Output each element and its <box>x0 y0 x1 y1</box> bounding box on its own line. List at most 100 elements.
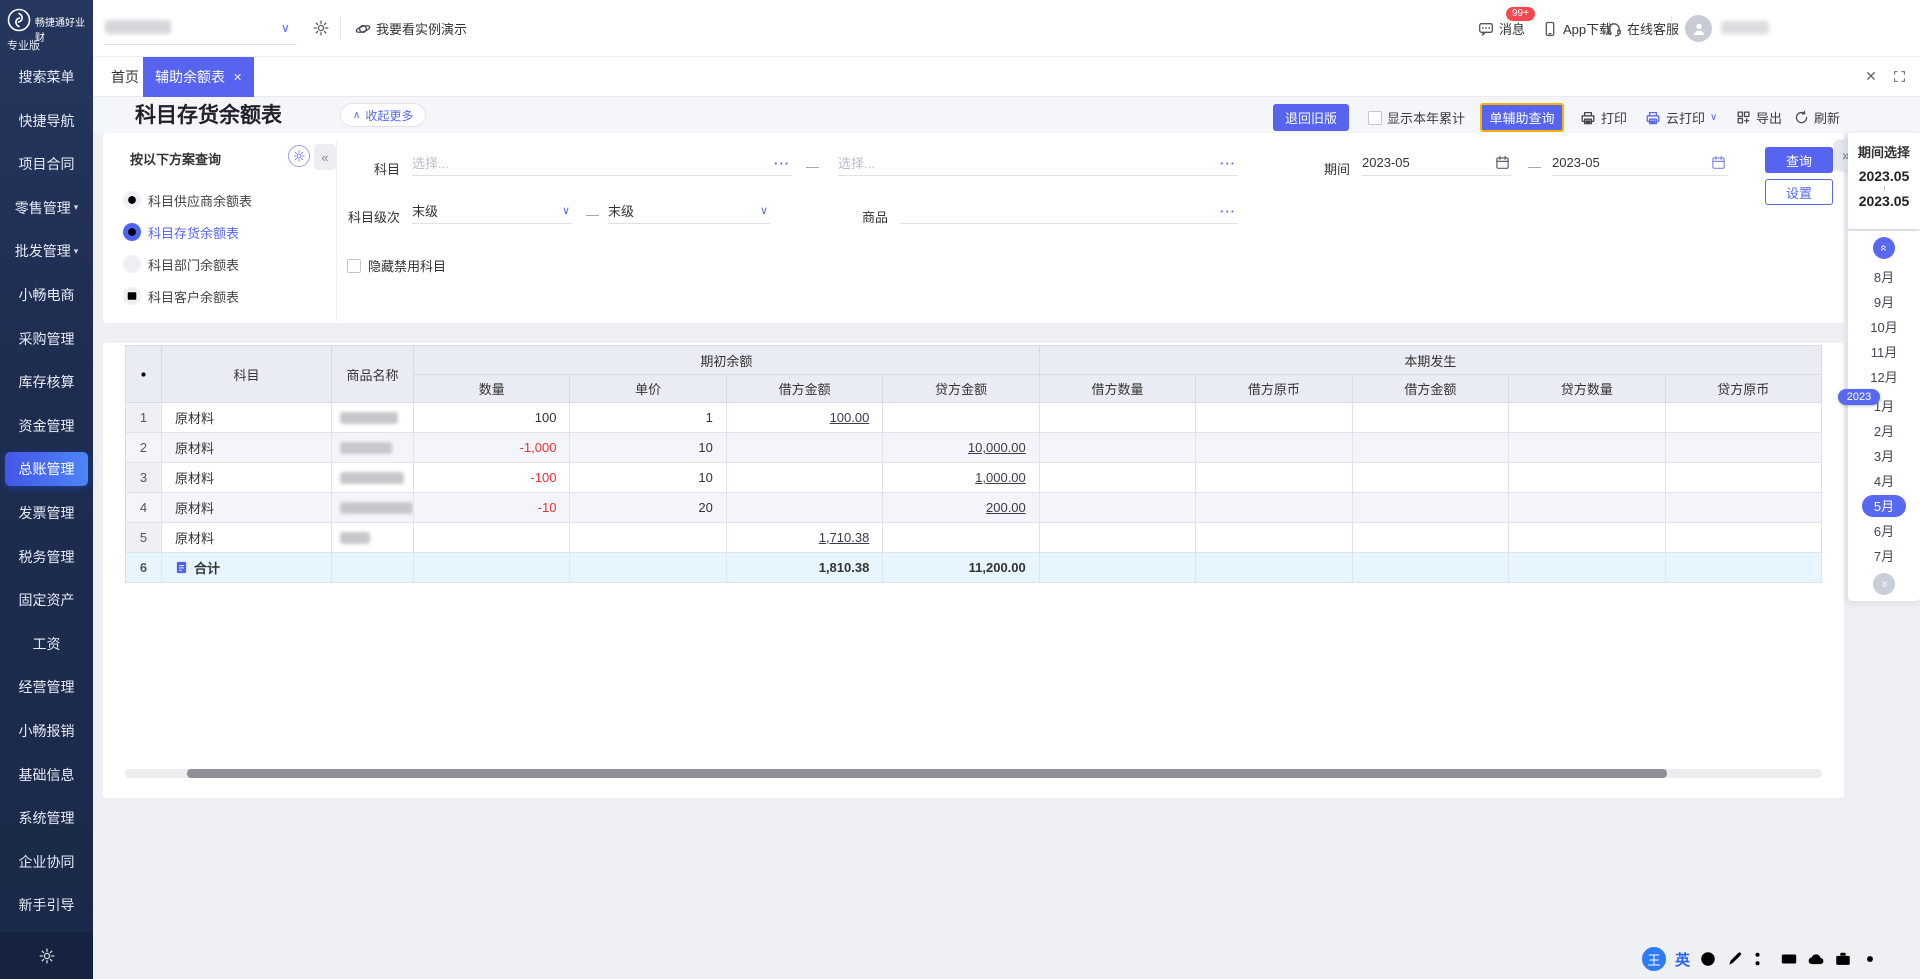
month-item-11[interactable]: 6月 <box>1848 518 1920 543</box>
cloud-icon[interactable] <box>1807 950 1825 968</box>
tabbar-close-icon[interactable]: ✕ <box>1862 67 1880 85</box>
product-name-redacted <box>340 471 404 484</box>
month-item-10[interactable]: 5月 <box>1848 493 1920 518</box>
month-item-7[interactable]: 2月 <box>1848 418 1920 443</box>
keyboard-icon[interactable] <box>1780 950 1798 968</box>
sidebar: 畅捷通好业财 专业版 搜索菜单 快捷导航 项目合同 零售管理 ▾ 批发管理 ▾ 小畅电商 采购管… <box>0 0 93 979</box>
back-to-old-version-button[interactable]: 退回旧版 <box>1273 104 1349 131</box>
subject-to-placeholder: 选择... <box>838 156 875 171</box>
hide-disabled-checkbox[interactable]: 隐藏禁用科目 <box>347 256 446 275</box>
month-item-5[interactable]: 12月 <box>1848 364 1920 389</box>
header-settings-gear-icon[interactable] <box>313 20 329 36</box>
sidebar-item-16[interactable]: 小畅报销 <box>5 714 88 748</box>
scissors-icon[interactable] <box>1753 950 1771 968</box>
period-range-to[interactable]: 2023.05 <box>1859 193 1910 209</box>
query-button[interactable]: 查询 <box>1765 147 1833 173</box>
pen-icon[interactable] <box>1726 950 1744 968</box>
sidebar-item-19[interactable]: 企业协同 <box>5 845 88 879</box>
amount-link[interactable]: 200.00 <box>986 500 1026 515</box>
month-item-3[interactable]: 10月 <box>1848 314 1920 339</box>
subject-to-ellipsis-icon[interactable]: ··· <box>1220 156 1236 171</box>
month-item-4[interactable]: 11月 <box>1848 339 1920 364</box>
toolbox-icon[interactable] <box>1834 950 1852 968</box>
subject-from-field[interactable]: 选择... ··· <box>412 150 792 176</box>
tab-aux-balance-active[interactable]: 辅助余额表 ✕ <box>143 57 255 97</box>
sidebar-item-13[interactable]: 固定资产 <box>5 583 88 617</box>
show-year-total-checkbox[interactable]: 显示本年累计 <box>1368 104 1465 131</box>
period-range-from[interactable]: 2023.05 <box>1859 168 1910 184</box>
product-ellipsis-icon[interactable]: ··· <box>1220 204 1236 219</box>
scheme-item-3[interactable]: 科目部门余额表 <box>123 251 323 277</box>
sidebar-item-12[interactable]: 税务管理 <box>5 540 88 574</box>
sidebar-item-7[interactable]: 采购管理 <box>5 322 88 356</box>
sidebar-item-18[interactable]: 系统管理 <box>5 801 88 835</box>
month-item-2[interactable]: 9月 <box>1848 289 1920 314</box>
tabbar-fullscreen-icon[interactable] <box>1890 67 1908 85</box>
empty-cell <box>1509 553 1666 583</box>
demo-link[interactable]: 我要看实例演示 <box>355 0 467 57</box>
company-select-chevron-down-icon[interactable]: ∨ <box>281 21 290 35</box>
subject-to-field[interactable]: 选择... ··· <box>838 150 1238 176</box>
amount-link[interactable]: 10,000.00 <box>968 440 1026 455</box>
sidebar-item-label: 系统管理 <box>18 810 75 827</box>
app-download-button[interactable]: App下载 <box>1542 0 1612 57</box>
sidebar-item-15[interactable]: 经营管理 <box>5 670 88 704</box>
scheme-item-4[interactable]: 科目客户余额表 <box>123 283 323 309</box>
subject-from-ellipsis-icon[interactable]: ··· <box>774 156 790 171</box>
month-item-1[interactable]: 8月 <box>1848 264 1920 289</box>
sidebar-item-10[interactable]: 总账管理 <box>5 452 88 487</box>
emoji-icon[interactable] <box>1699 950 1717 968</box>
export-button[interactable]: 导出 <box>1736 104 1782 131</box>
amount-link[interactable]: 1,000.00 <box>975 470 1026 485</box>
amount-link[interactable]: 100.00 <box>830 410 870 425</box>
online-service-button[interactable]: 在线客服 <box>1606 0 1679 57</box>
collapse-more-button[interactable]: ∧ 收起更多 <box>340 103 427 127</box>
scroll-up-icon[interactable]: « <box>1873 237 1895 259</box>
sidebar-item-20[interactable]: 新手引导 <box>5 888 88 922</box>
calendar-icon[interactable] <box>1495 155 1510 170</box>
settings-button[interactable]: 设置 <box>1765 179 1833 205</box>
table-settings-gear-icon[interactable] <box>126 346 162 403</box>
print-label: 打印 <box>1601 111 1628 126</box>
sidebar-item-2[interactable]: 快捷导航 <box>5 104 88 138</box>
sidebar-item-6[interactable]: 小畅电商 <box>5 278 88 312</box>
scroll-down-icon[interactable]: « <box>1873 573 1895 595</box>
clock-icon <box>123 223 141 241</box>
row-number: 4 <box>126 493 162 523</box>
messages-label: 消息 <box>1499 22 1526 37</box>
product-cell <box>332 433 414 463</box>
sidebar-item-8[interactable]: 库存核算 <box>5 365 88 399</box>
credit-cell: 10,000.00 <box>883 433 1040 463</box>
month-item-12[interactable]: 7月 <box>1848 543 1920 568</box>
column-header: 贷方数量 <box>1509 375 1666 403</box>
print-button[interactable]: 打印 <box>1580 104 1627 131</box>
period-from-field[interactable]: 2023-05 <box>1362 150 1512 176</box>
sidebar-settings-gear-icon[interactable] <box>39 948 55 964</box>
sidebar-item-5[interactable]: 批发管理 ▾ <box>5 234 88 268</box>
sidebar-item-11[interactable]: 发票管理 <box>5 496 88 530</box>
input-method-logo-icon[interactable]: 王 <box>1642 947 1666 971</box>
chevron-down-icon: ▾ <box>73 202 79 213</box>
sidebar-item-4[interactable]: 零售管理 ▾ <box>5 191 88 225</box>
scrollbar-thumb[interactable] <box>187 769 1667 778</box>
month-item-8[interactable]: 3月 <box>1848 443 1920 468</box>
period-to-field[interactable]: 2023-05 <box>1552 150 1728 176</box>
refresh-button[interactable]: 刷新 <box>1794 104 1840 131</box>
level-to-select[interactable]: 末级 ∨ <box>608 198 770 224</box>
input-language-indicator[interactable]: 英 <box>1675 949 1690 970</box>
sidebar-item-1[interactable]: 搜索菜单 <box>5 60 88 94</box>
sidebar-item-3[interactable]: 项目合同 <box>5 147 88 181</box>
sidebar-item-9[interactable]: 资金管理 <box>5 409 88 443</box>
gear-icon[interactable] <box>1861 950 1879 968</box>
user-avatar[interactable] <box>1685 15 1712 42</box>
tab-close-icon[interactable]: ✕ <box>233 71 242 84</box>
sidebar-item-14[interactable]: 工资 <box>5 627 88 661</box>
product-field[interactable]: ··· <box>900 198 1238 224</box>
cloud-print-button[interactable]: 云打印 ∨ <box>1645 104 1717 131</box>
level-from-select[interactable]: 末级 ∨ <box>412 198 572 224</box>
calendar-purple-icon[interactable] <box>1711 155 1726 170</box>
sidebar-item-17[interactable]: 基础信息 <box>5 758 88 792</box>
aux-query-button[interactable]: 单辅助查询 <box>1480 103 1564 132</box>
month-item-9[interactable]: 4月 <box>1848 468 1920 493</box>
amount-link[interactable]: 1,710.38 <box>819 530 870 545</box>
